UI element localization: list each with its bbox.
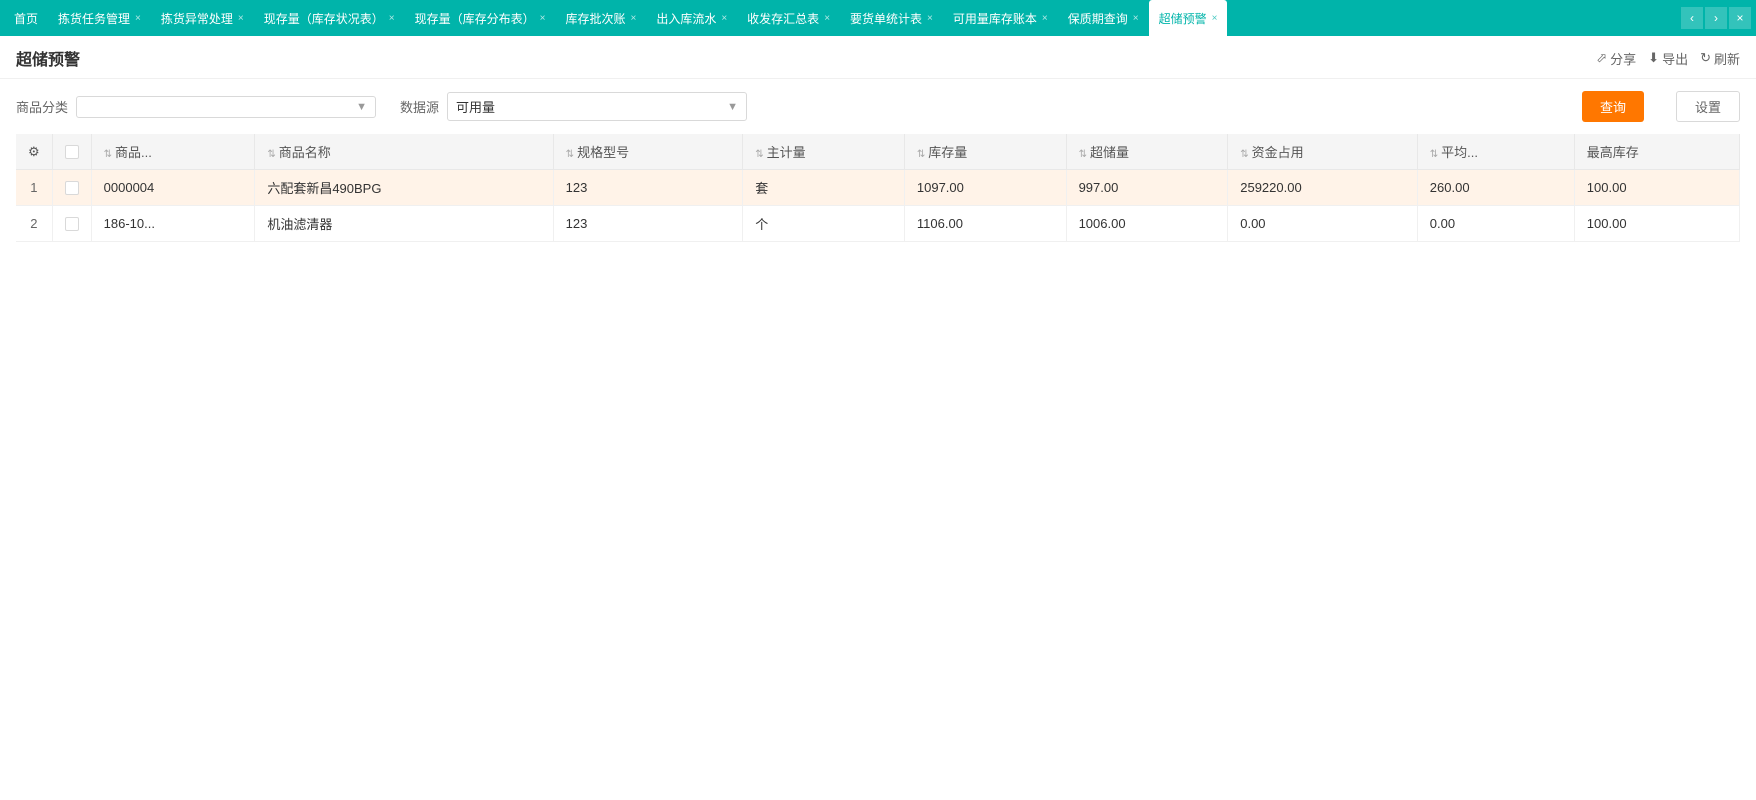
row-stock: 1106.00 (904, 206, 1066, 242)
col-stock[interactable]: ⇅库存量 (904, 134, 1066, 170)
select-all-checkbox[interactable] (65, 145, 79, 159)
category-filter: 商品分类 ▼ (16, 96, 376, 118)
row-overstock: 1006.00 (1066, 206, 1228, 242)
datasource-label: 数据源 (400, 97, 439, 116)
settings-button[interactable]: 设置 (1676, 91, 1740, 122)
row-avg: 260.00 (1417, 170, 1574, 206)
refresh-icon: ↻ (1700, 50, 1711, 66)
nav-tab-order-stats[interactable]: 要货单统计表 × (840, 0, 943, 36)
nav-tab-stock-dist[interactable]: 现存量（库存分布表） × (405, 0, 556, 36)
table-row: 1 0000004 六配套新昌490BPG 123 套 1097.00 997.… (16, 170, 1740, 206)
row-name: 六配套新昌490BPG (255, 170, 553, 206)
row-stock: 1097.00 (904, 170, 1066, 206)
close-icon[interactable]: × (630, 13, 636, 24)
datasource-select-value: 可用量 (456, 97, 495, 116)
col-capital[interactable]: ⇅资金占用 (1228, 134, 1418, 170)
row-maxstock: 100.00 (1574, 170, 1739, 206)
row-num: 1 (16, 170, 52, 206)
export-button[interactable]: ⬇ 导出 (1648, 49, 1688, 68)
row-code: 186-10... (91, 206, 255, 242)
table-row: 2 186-10... 机油滤清器 123 个 1106.00 1006.00 … (16, 206, 1740, 242)
nav-tab-available-ledger[interactable]: 可用量库存账本 × (943, 0, 1058, 36)
row-overstock: 997.00 (1066, 170, 1228, 206)
nav-tab-stock-status[interactable]: 现存量（库存状况表） × (254, 0, 405, 36)
table-wrapper: ⚙ ⇅商品... ⇅商品名称 ⇅规格型号 ⇅主计量 ⇅库存量 ⇅超储量 ⇅资金占… (0, 134, 1756, 242)
nav-close-button[interactable]: × (1729, 7, 1751, 29)
nav-tab-batch[interactable]: 库存批次账 × (555, 0, 646, 36)
table-header-row: ⚙ ⇅商品... ⇅商品名称 ⇅规格型号 ⇅主计量 ⇅库存量 ⇅超储量 ⇅资金占… (16, 134, 1740, 170)
row-unit: 套 (743, 170, 905, 206)
page-title: 超储预警 (16, 46, 80, 70)
close-icon[interactable]: × (238, 13, 244, 24)
col-avg[interactable]: ⇅平均... (1417, 134, 1574, 170)
close-icon[interactable]: × (389, 13, 395, 24)
close-icon[interactable]: × (1042, 13, 1048, 24)
nav-tab-home[interactable]: 首页 (4, 0, 48, 36)
nav-tab-inout-flow[interactable]: 出入库流水 × (646, 0, 737, 36)
top-nav: 首页 拣货任务管理 × 拣货异常处理 × 现存量（库存状况表） × 现存量（库存… (0, 0, 1756, 36)
col-name[interactable]: ⇅商品名称 (255, 134, 553, 170)
row-num: 2 (16, 206, 52, 242)
col-spec[interactable]: ⇅规格型号 (553, 134, 743, 170)
nav-tab-summary[interactable]: 收发存汇总表 × (737, 0, 840, 36)
nav-right-button[interactable]: › (1705, 7, 1727, 29)
col-checkbox (52, 134, 91, 170)
close-icon[interactable]: × (1133, 13, 1139, 24)
export-icon: ⬇ (1648, 50, 1659, 66)
nav-tab-picking-abnormal[interactable]: 拣货异常处理 × (151, 0, 254, 36)
nav-left-button[interactable]: ‹ (1681, 7, 1703, 29)
share-button[interactable]: ⬀ 分享 (1596, 49, 1636, 68)
row-name: 机油滤清器 (255, 206, 553, 242)
row-spec: 123 (553, 206, 743, 242)
category-label: 商品分类 (16, 97, 68, 116)
nav-tab-overstock[interactable]: 超储预警 × (1149, 0, 1228, 36)
share-icon: ⬀ (1596, 50, 1607, 66)
category-select[interactable]: ▼ (76, 96, 376, 118)
row-checkbox-cell (52, 170, 91, 206)
close-icon[interactable]: × (1212, 13, 1218, 24)
filter-bar: 商品分类 ▼ 数据源 可用量 ▼ 查询 设置 (0, 79, 1756, 134)
nav-arrows: ‹ › × (1680, 7, 1752, 29)
col-maxstock: 最高库存 (1574, 134, 1739, 170)
data-table: ⚙ ⇅商品... ⇅商品名称 ⇅规格型号 ⇅主计量 ⇅库存量 ⇅超储量 ⇅资金占… (16, 134, 1740, 242)
close-icon[interactable]: × (540, 13, 546, 24)
row-checkbox[interactable] (65, 217, 79, 231)
col-code[interactable]: ⇅商品... (91, 134, 255, 170)
refresh-button[interactable]: ↻ 刷新 (1700, 49, 1740, 68)
row-checkbox-cell (52, 206, 91, 242)
close-icon[interactable]: × (824, 13, 830, 24)
row-capital: 0.00 (1228, 206, 1418, 242)
query-button[interactable]: 查询 (1582, 91, 1644, 122)
page-header: 超储预警 ⬀ 分享 ⬇ 导出 ↻ 刷新 (0, 36, 1756, 79)
datasource-filter: 数据源 可用量 ▼ (400, 92, 747, 121)
nav-tab-expiry[interactable]: 保质期查询 × (1058, 0, 1149, 36)
row-code: 0000004 (91, 170, 255, 206)
row-unit: 个 (743, 206, 905, 242)
row-checkbox[interactable] (65, 181, 79, 195)
chevron-down-icon: ▼ (727, 101, 738, 113)
col-unit[interactable]: ⇅主计量 (743, 134, 905, 170)
close-icon[interactable]: × (721, 13, 727, 24)
row-avg: 0.00 (1417, 206, 1574, 242)
col-gear[interactable]: ⚙ (16, 134, 52, 170)
chevron-down-icon: ▼ (356, 101, 367, 113)
row-capital: 259220.00 (1228, 170, 1418, 206)
close-icon[interactable]: × (135, 13, 141, 24)
col-overstock[interactable]: ⇅超储量 (1066, 134, 1228, 170)
row-spec: 123 (553, 170, 743, 206)
nav-tab-picking-task[interactable]: 拣货任务管理 × (48, 0, 151, 36)
row-maxstock: 100.00 (1574, 206, 1739, 242)
datasource-select[interactable]: 可用量 ▼ (447, 92, 747, 121)
close-icon[interactable]: × (927, 13, 933, 24)
header-actions: ⬀ 分享 ⬇ 导出 ↻ 刷新 (1596, 49, 1740, 68)
